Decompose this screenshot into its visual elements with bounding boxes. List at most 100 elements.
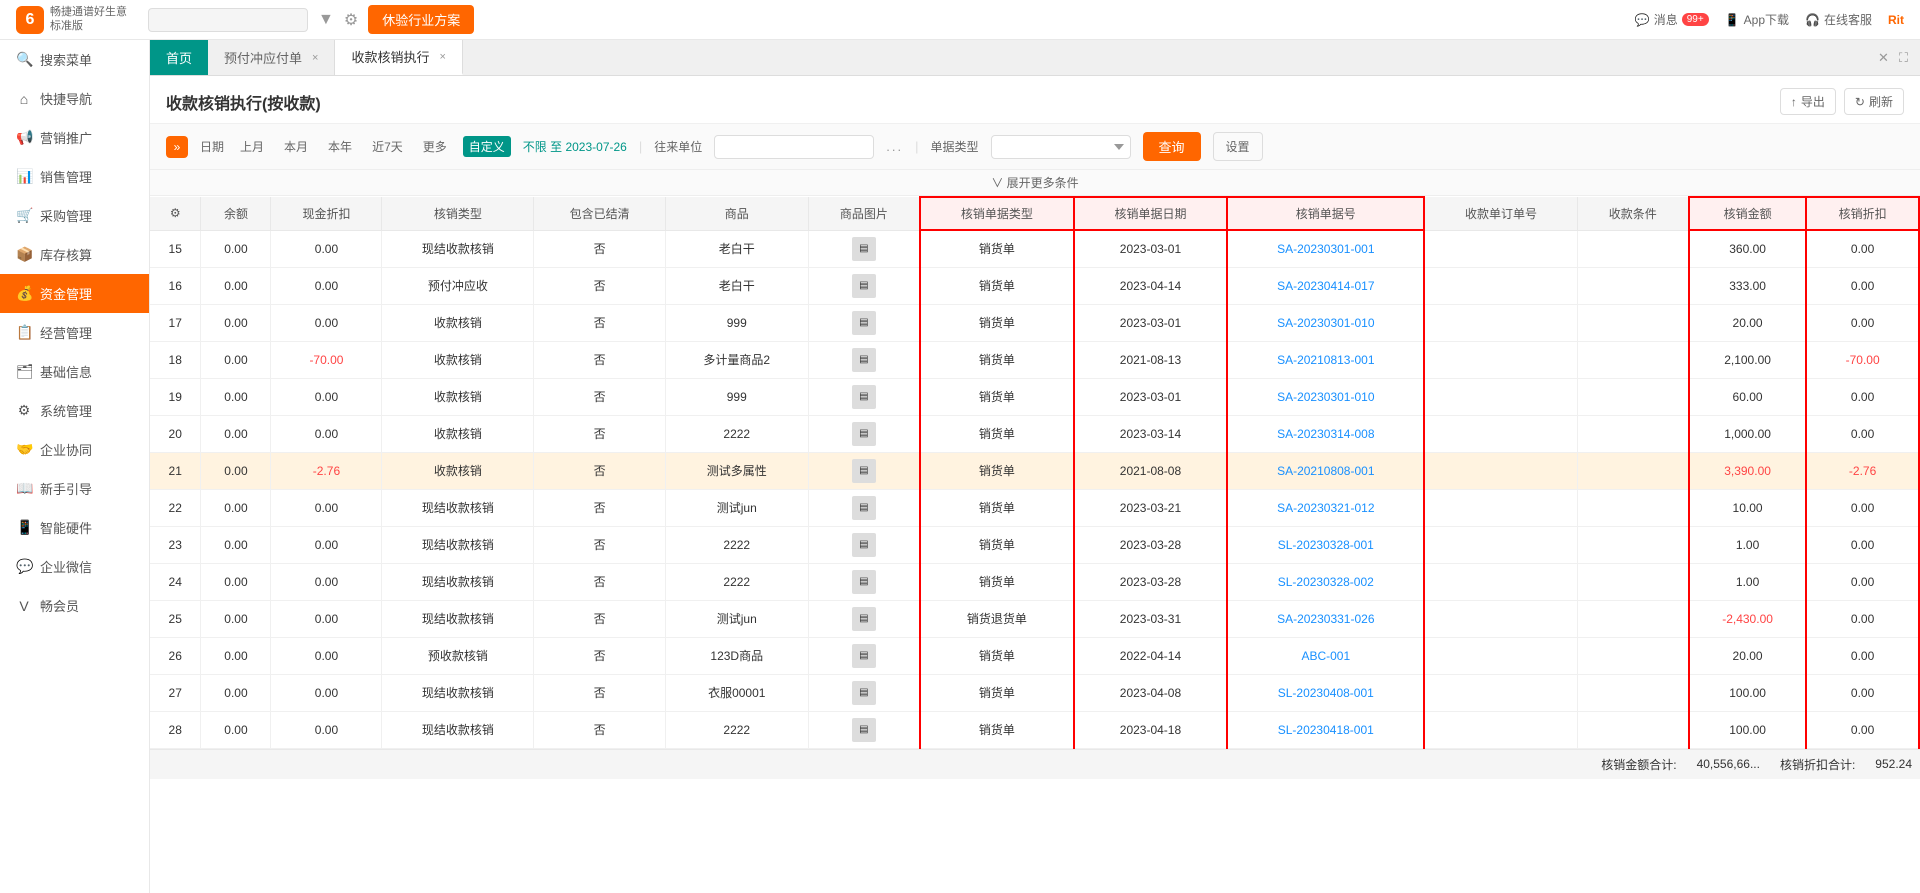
row-order-no — [1424, 674, 1577, 711]
sidebar-item-operation[interactable]: 📋 经营管理 — [0, 313, 149, 352]
row-amount: -2,430.00 — [1689, 600, 1806, 637]
row-payment-cond — [1577, 230, 1689, 267]
date-custom[interactable]: 自定义 — [463, 136, 511, 157]
tab-prepay[interactable]: 预付冲应付单 × — [208, 40, 335, 75]
voucher-no-link[interactable]: SL-20230328-001 — [1278, 538, 1374, 552]
row-balance: 0.00 — [201, 304, 271, 341]
row-discount: 0.00 — [271, 489, 382, 526]
goods-img-cell: ▤ — [808, 563, 920, 600]
message-area[interactable]: 💬 消息 99+ — [1635, 11, 1709, 28]
row-amount: 1,000.00 — [1689, 415, 1806, 452]
dropdown-icon[interactable]: ▼ — [318, 11, 334, 29]
query-button[interactable]: 查询 — [1143, 132, 1201, 161]
row-goods: 2222 — [665, 563, 808, 600]
sidebar-item-system[interactable]: ⚙ 系统管理 — [0, 391, 149, 430]
sidebar-item-inventory[interactable]: 📦 库存核算 — [0, 235, 149, 274]
voucher-no-link[interactable]: ABC-001 — [1301, 649, 1350, 663]
col-settings[interactable]: ⚙ — [150, 197, 201, 230]
voucher-no-link[interactable]: SA-20230414-017 — [1277, 279, 1374, 293]
voucher-no-link[interactable]: SA-20230331-026 — [1277, 612, 1374, 626]
total-discount-label: 核销折扣合计: — [1780, 756, 1855, 773]
voucher-type-select[interactable] — [991, 135, 1131, 159]
sidebar-item-nav[interactable]: ⌂ 快捷导航 — [0, 79, 149, 118]
setting-button[interactable]: 设置 — [1213, 132, 1263, 161]
app-download-link[interactable]: 📱 App下载 — [1725, 11, 1789, 28]
partner-dots[interactable]: ... — [886, 139, 903, 154]
voucher-no-link[interactable]: SA-20230301-001 — [1277, 242, 1374, 256]
filter-separator-1: | — [639, 139, 642, 154]
sidebar-item-collab[interactable]: 🤝 企业协同 — [0, 430, 149, 469]
partner-label: 往来单位 — [654, 138, 702, 155]
row-payment-cond — [1577, 563, 1689, 600]
tab-expand-icon[interactable]: ⛶ — [1895, 46, 1912, 70]
voucher-no-link[interactable]: SA-20230301-010 — [1277, 390, 1374, 404]
sidebar-item-marketing[interactable]: 📢 营销推广 — [0, 118, 149, 157]
row-goods: 测试jun — [665, 489, 808, 526]
row-order-no — [1424, 304, 1577, 341]
row-amount: 20.00 — [1689, 637, 1806, 674]
sidebar-item-member[interactable]: V 畅会员 — [0, 586, 149, 625]
sidebar-item-guide[interactable]: 📖 新手引导 — [0, 469, 149, 508]
voucher-no-link[interactable]: SL-20230408-001 — [1278, 686, 1374, 700]
row-voucher-type: 销货单 — [920, 378, 1074, 415]
date-this-month[interactable]: 本月 — [280, 136, 312, 157]
tab-write-off-label: 收款核销执行 — [351, 47, 429, 66]
row-write-off-discount: 0.00 — [1806, 267, 1919, 304]
settings-icon[interactable]: ⚙ — [344, 10, 358, 30]
page-header: 收款核销执行(按收款) ↑ 导出 ↻ 刷新 — [150, 76, 1920, 124]
row-settled: 否 — [534, 489, 665, 526]
sidebar-item-basic[interactable]: 🗂 基础信息 — [0, 352, 149, 391]
search-input[interactable] — [148, 8, 308, 32]
tab-bar: 首页 预付冲应付单 × 收款核销执行 × ✕ ⛶ — [150, 40, 1920, 76]
online-service-link[interactable]: 🎧 在线客服 — [1805, 11, 1872, 28]
row-write-off-discount: 0.00 — [1806, 563, 1919, 600]
row-payment-cond — [1577, 711, 1689, 748]
row-type: 收款核销 — [382, 452, 534, 489]
row-write-off-discount: -2.76 — [1806, 452, 1919, 489]
tab-write-off[interactable]: 收款核销执行 × — [335, 40, 462, 75]
voucher-no-link[interactable]: SA-20210813-001 — [1277, 353, 1374, 367]
inventory-icon: 📦 — [16, 246, 32, 263]
voucher-no-link[interactable]: SL-20230418-001 — [1278, 723, 1374, 737]
sidebar-item-sales[interactable]: 📊 销售管理 — [0, 157, 149, 196]
sidebar-item-search[interactable]: 🔍 搜索菜单 — [0, 40, 149, 79]
voucher-no-link[interactable]: SL-20230328-002 — [1278, 575, 1374, 589]
filter-expand-arrow[interactable]: » — [166, 136, 188, 158]
row-order-no — [1424, 526, 1577, 563]
date-7days[interactable]: 近7天 — [368, 136, 407, 157]
date-last-month[interactable]: 上月 — [236, 136, 268, 157]
row-amount: 10.00 — [1689, 489, 1806, 526]
tab-prepay-close[interactable]: × — [312, 52, 318, 64]
voucher-no-link[interactable]: SA-20230314-008 — [1277, 427, 1374, 441]
tab-home[interactable]: 首页 — [150, 40, 208, 75]
wechat-icon: 💬 — [16, 558, 32, 575]
industry-solution-button[interactable]: 休验行业方案 — [368, 5, 474, 34]
row-discount: 0.00 — [271, 415, 382, 452]
row-goods: 999 — [665, 304, 808, 341]
tab-close-all-icon[interactable]: ✕ — [1874, 46, 1893, 70]
voucher-no-link[interactable]: SA-20230301-010 — [1277, 316, 1374, 330]
voucher-no-link[interactable]: SA-20210808-001 — [1277, 464, 1374, 478]
sidebar-item-label: 企业微信 — [40, 557, 92, 576]
expand-more-bar[interactable]: ∨ 展开更多条件 — [150, 170, 1920, 196]
date-this-year[interactable]: 本年 — [324, 136, 356, 157]
row-amount: 2,100.00 — [1689, 341, 1806, 378]
row-settled: 否 — [534, 600, 665, 637]
sidebar-item-wechat[interactable]: 💬 企业微信 — [0, 547, 149, 586]
refresh-button[interactable]: ↻ 刷新 — [1844, 88, 1904, 115]
export-button[interactable]: ↑ 导出 — [1780, 88, 1836, 115]
row-type: 收款核销 — [382, 415, 534, 452]
goods-img-cell: ▤ — [808, 637, 920, 674]
member-icon: V — [16, 598, 32, 614]
partner-input[interactable] — [714, 135, 874, 159]
sidebar-item-finance[interactable]: 💰 资金管理 — [0, 274, 149, 313]
row-voucher-date: 2023-03-01 — [1074, 230, 1228, 267]
row-voucher-type: 销货单 — [920, 637, 1074, 674]
date-more[interactable]: 更多 — [419, 136, 451, 157]
goods-img-cell: ▤ — [808, 600, 920, 637]
sidebar-item-hardware[interactable]: 📱 智能硬件 — [0, 508, 149, 547]
voucher-no-link[interactable]: SA-20230321-012 — [1277, 501, 1374, 515]
tab-write-off-close[interactable]: × — [439, 51, 445, 63]
sidebar-item-purchase[interactable]: 🛒 采购管理 — [0, 196, 149, 235]
finance-icon: 💰 — [16, 285, 32, 302]
